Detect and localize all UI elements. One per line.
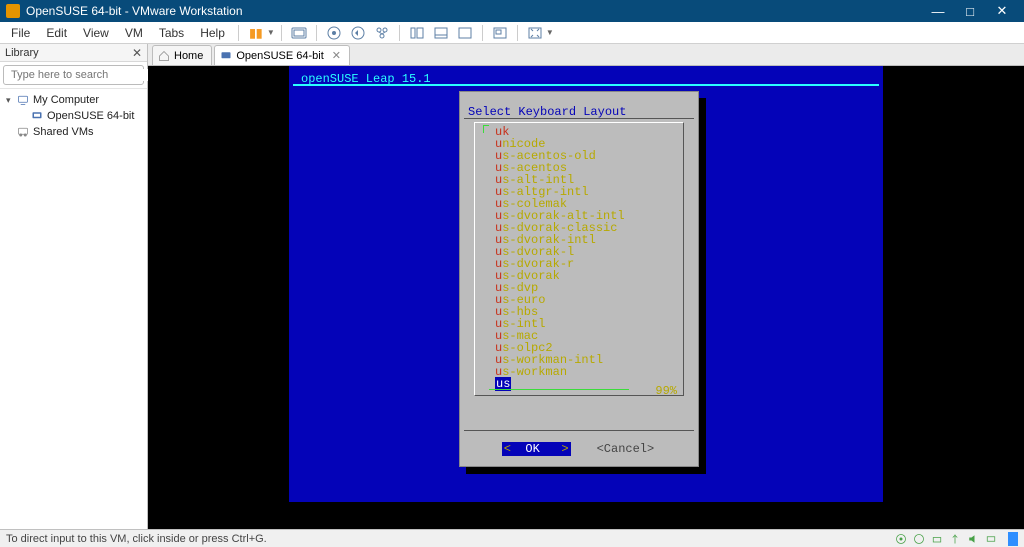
tree-item-my-computer[interactable]: ▾ My Computer (0, 92, 147, 108)
content-area: Home OpenSUSE 64-bit ✕ openSUSE Leap 15.… (148, 44, 1024, 529)
ok-button[interactable]: < OK > (502, 442, 571, 456)
menu-view[interactable]: View (76, 24, 116, 42)
app-icon (6, 4, 20, 18)
sidebar-title: Library (5, 47, 132, 59)
snapshot-revert-button[interactable] (347, 23, 369, 43)
keyboard-layout-dialog: Select Keyboard Layout uk unicode us-ace… (459, 91, 699, 467)
tab-label: OpenSUSE 64-bit (236, 50, 323, 62)
snapshot-manager-button[interactable] (371, 23, 393, 43)
sound-icon[interactable] (966, 532, 980, 546)
menu-edit[interactable]: Edit (39, 24, 74, 42)
window-title: OpenSUSE 64-bit - VMware Workstation (26, 4, 922, 18)
network-icon[interactable] (930, 532, 944, 546)
vm-display[interactable]: openSUSE Leap 15.1 Select Keyboard Layou… (148, 66, 1024, 529)
tab-strip: Home OpenSUSE 64-bit ✕ (148, 44, 1024, 66)
scroll-percent: 99% (655, 385, 677, 397)
layout-listbox[interactable]: uk unicode us-acentos-old us-acentos us-… (474, 122, 684, 396)
tab-opensuse[interactable]: OpenSUSE 64-bit ✕ (214, 45, 350, 65)
tab-close-button[interactable]: ✕ (332, 49, 341, 62)
menubar: File Edit View VM Tabs Help ▮▮ ▼ ▼ (0, 22, 1024, 44)
menu-tabs[interactable]: Tabs (152, 24, 191, 42)
tab-label: Home (174, 50, 203, 62)
sidebar-close-button[interactable]: ✕ (132, 46, 142, 60)
view-mode-1-button[interactable] (406, 23, 428, 43)
status-message: To direct input to this VM, click inside… (6, 533, 894, 545)
menu-help[interactable]: Help (193, 24, 232, 42)
library-tree: ▾ My Computer OpenSUSE 64-bit Shared VMs (0, 89, 147, 143)
tree-item-opensuse[interactable]: OpenSUSE 64-bit (0, 108, 147, 124)
unity-mode-button[interactable] (489, 23, 511, 43)
vm-icon (30, 110, 44, 122)
sidebar-header: Library ✕ (0, 44, 147, 62)
close-button[interactable]: ✕ (986, 0, 1018, 22)
computer-icon (16, 94, 30, 106)
cancel-button[interactable]: <Cancel> (595, 442, 657, 456)
menu-vm[interactable]: VM (118, 24, 150, 42)
cd-icon[interactable] (912, 532, 926, 546)
dialog-title: Select Keyboard Layout (468, 105, 626, 119)
library-sidebar: Library ✕ ▼ ▾ My Computer OpenSUSE 64-bi… (0, 44, 148, 529)
search-input[interactable] (11, 69, 153, 81)
tree-item-shared-vms[interactable]: Shared VMs (0, 124, 147, 140)
titlebar: OpenSUSE 64-bit - VMware Workstation — □… (0, 0, 1024, 22)
send-ctrl-alt-del-button[interactable] (288, 23, 310, 43)
home-icon (158, 50, 170, 62)
fullscreen-button[interactable] (524, 23, 546, 43)
tab-home[interactable]: Home (152, 45, 212, 65)
view-mode-3-button[interactable] (454, 23, 476, 43)
list-item[interactable]: us-workman (495, 366, 677, 378)
pause-button[interactable]: ▮▮ (245, 23, 267, 43)
menu-file[interactable]: File (4, 24, 37, 42)
vm-screen[interactable]: openSUSE Leap 15.1 Select Keyboard Layou… (289, 66, 883, 502)
maximize-button[interactable]: □ (954, 0, 986, 22)
statusbar: To direct input to this VM, click inside… (0, 529, 1024, 547)
vm-icon (220, 50, 232, 62)
shared-icon (16, 126, 30, 138)
chevron-down-icon[interactable]: ▼ (267, 28, 275, 37)
message-indicator-icon[interactable] (1008, 532, 1018, 546)
library-search[interactable]: ▼ (3, 65, 144, 85)
view-mode-2-button[interactable] (430, 23, 452, 43)
disk-icon[interactable] (894, 532, 908, 546)
usb-icon[interactable] (948, 532, 962, 546)
snapshot-button[interactable] (323, 23, 345, 43)
chevron-down-icon[interactable]: ▼ (546, 28, 554, 37)
minimize-button[interactable]: — (922, 0, 954, 22)
printer-icon[interactable] (984, 532, 998, 546)
